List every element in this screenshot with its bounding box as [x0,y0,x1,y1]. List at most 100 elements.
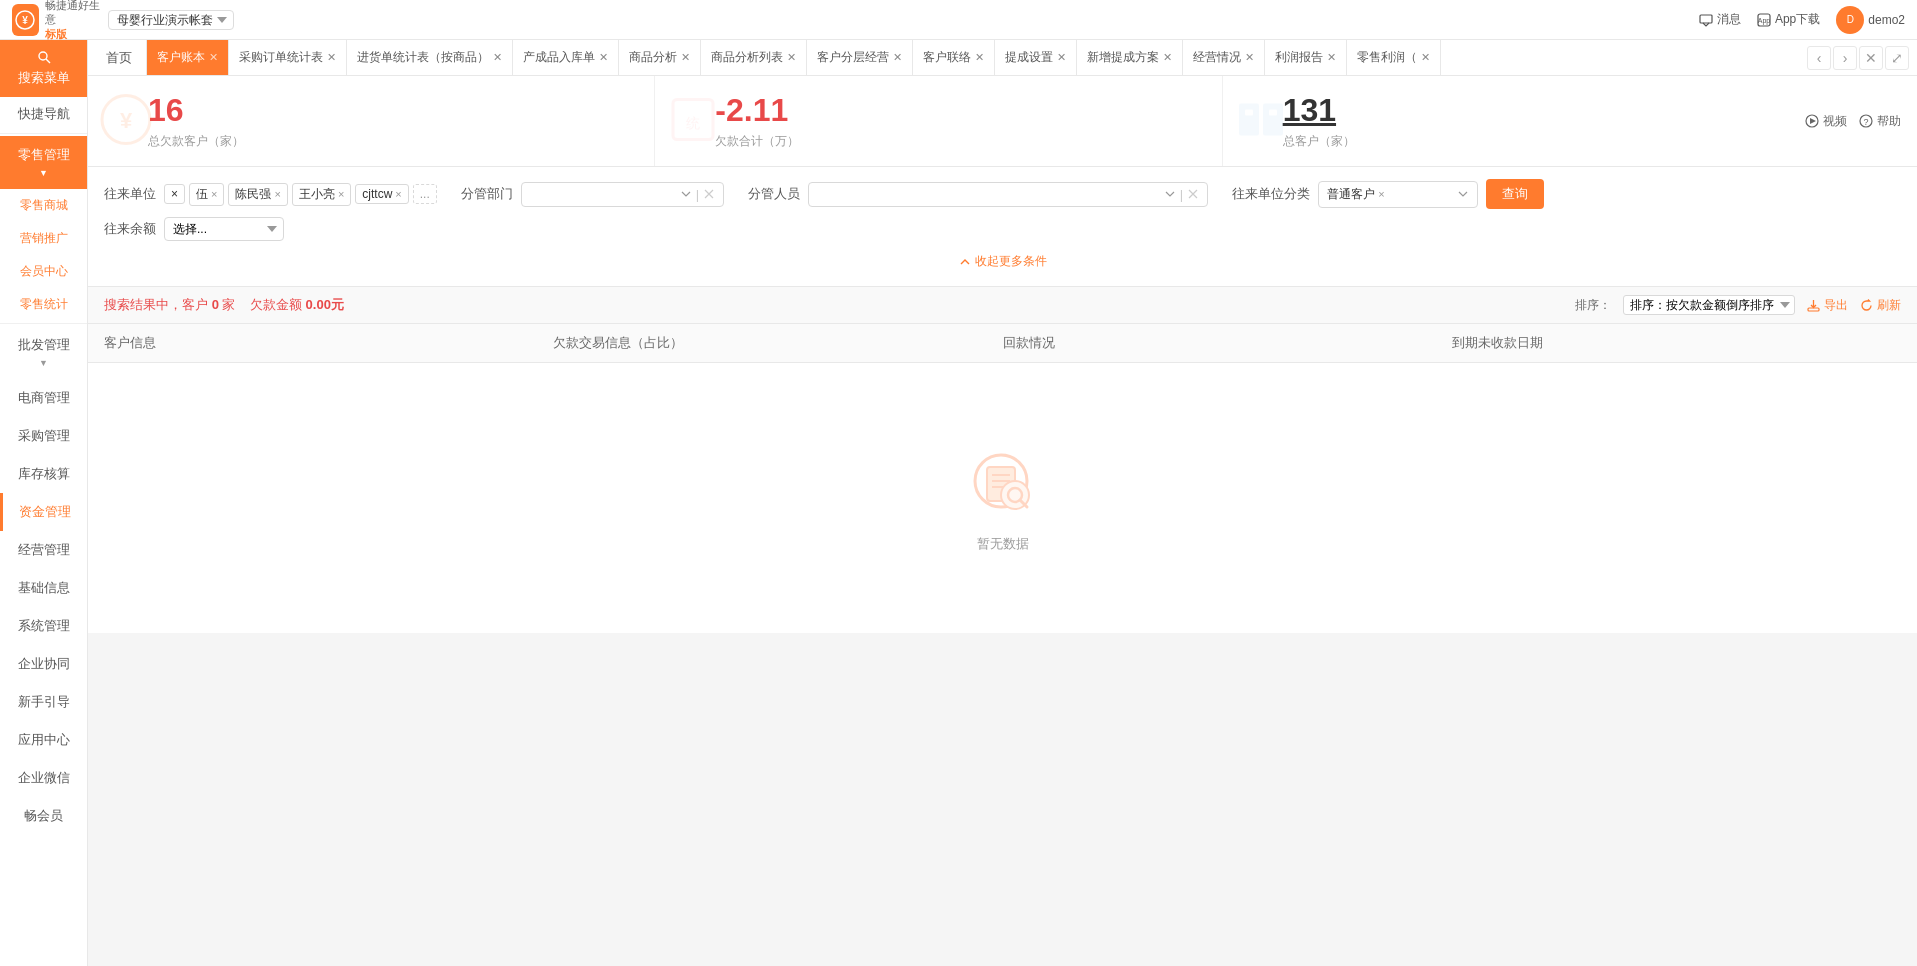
tab-new-achievement[interactable]: 新增提成方案 ✕ [1077,40,1183,76]
svg-rect-19 [1808,308,1819,311]
tab-product-analysis[interactable]: 商品分析 ✕ [619,40,701,76]
sidebar-quick-nav[interactable]: 快捷导航 [0,97,87,131]
system-select[interactable]: 母婴行业演示帐套 [108,10,234,30]
sidebar-item-purchase[interactable]: 采购管理 [0,417,87,455]
tab-tips-settings[interactable]: 提成设置 ✕ [995,40,1077,76]
sidebar-item-member-plus[interactable]: 畅会员 [0,797,87,835]
stat-icon-1: ¥ [100,94,152,146]
user-menu[interactable]: D demo2 [1836,6,1905,34]
svg-text:¥: ¥ [23,15,29,26]
video-button[interactable]: 视频 [1805,113,1847,130]
filter-tag-wu-close[interactable]: × [211,188,217,200]
help-button[interactable]: ? 帮助 [1859,113,1901,130]
filter-person-clear-icon[interactable] [1187,188,1199,200]
tab-purchase-stats-by-product[interactable]: 进货单统计表（按商品） ✕ [347,40,513,76]
sidebar-item-batch-management[interactable]: 批发管理 ▼ [0,326,87,379]
sidebar-sub-retail-mall[interactable]: 零售商城 [0,189,87,222]
collapse-more-button[interactable]: 收起更多条件 [104,249,1901,274]
tab-close-9[interactable]: ✕ [1163,51,1172,64]
filter-row-2: 往来余额 选择... [104,217,1901,241]
stat-total-customers: 131 总客户（家） [1223,76,1789,166]
filter-balance-select[interactable]: 选择... [164,217,284,241]
svg-rect-14 [1269,110,1277,116]
tab-scroll-right[interactable]: › [1833,46,1857,70]
sidebar-item-inventory[interactable]: 库存核算 [0,455,87,493]
sidebar-sub-marketing[interactable]: 营销推广 [0,222,87,255]
tab-profit-report[interactable]: 利润报告 ✕ [1265,40,1347,76]
filter-tag-cjttcw[interactable]: cjttcw × [355,184,408,204]
tab-close-12[interactable]: ✕ [1421,51,1430,64]
svg-point-5 [39,52,47,60]
tab-expand[interactable]: ⤢ [1885,46,1909,70]
tab-customer-book[interactable]: 客户账本 ✕ [147,40,229,76]
tab-home[interactable]: 首页 [92,40,147,76]
tab-close-7[interactable]: ✕ [975,51,984,64]
stats-items: ¥ 16 总欠款客户（家） 统 -2.11 欠款合计（万） [88,76,1789,166]
filter-unit-class-close[interactable]: × [1378,188,1384,200]
tab-close-all[interactable]: ✕ [1859,46,1883,70]
stat-total-debt-customers: ¥ 16 总欠款客户（家） [88,76,655,166]
filter-tag-wu[interactable]: 伍 × [189,183,224,206]
filter-balance-label: 往来余额 [104,220,156,238]
sidebar-item-operations[interactable]: 经营管理 [0,531,87,569]
sidebar-sub-member-center[interactable]: 会员中心 [0,255,87,288]
tab-purchase-order-stats[interactable]: 采购订单统计表 ✕ [229,40,347,76]
sidebar-item-ecommerce[interactable]: 电商管理 [0,379,87,417]
filter-tag-chen-close[interactable]: × [274,188,280,200]
export-button[interactable]: 导出 [1807,297,1848,314]
sidebar-item-enterprise-wechat[interactable]: 企业微信 [0,759,87,797]
tab-retail-profit[interactable]: 零售利润（ ✕ [1347,40,1441,76]
tab-close-5[interactable]: ✕ [787,51,796,64]
sidebar-search[interactable]: 搜索菜单 [0,40,87,97]
filter-dept-field[interactable] [530,187,680,201]
sidebar-item-enterprise-coop[interactable]: 企业协同 [0,645,87,683]
filter-unit-class-label: 往来单位分类 [1232,185,1310,203]
filter-person-field[interactable] [817,187,1164,201]
filter-person-input[interactable]: | [808,182,1208,207]
filter-tag-wang[interactable]: 王小亮 × [292,183,351,206]
tab-scroll-left[interactable]: ‹ [1807,46,1831,70]
tab-close-4[interactable]: ✕ [681,51,690,64]
tab-close-2[interactable]: ✕ [493,51,502,64]
sidebar-item-capital[interactable]: 资金管理 [0,493,87,531]
tab-close-customer-book[interactable]: ✕ [209,51,218,64]
refresh-button[interactable]: 刷新 [1860,297,1901,314]
filter-tag-wang-close[interactable]: × [338,188,344,200]
sidebar-sub-retail-stats[interactable]: 零售统计 [0,288,87,321]
sidebar-item-retail-management[interactable]: 零售管理 ▼ [0,136,87,189]
empty-text: 暂无数据 [977,535,1029,553]
sort-label: 排序： [1575,297,1611,314]
tab-customer-contact[interactable]: 客户联络 ✕ [913,40,995,76]
refresh-icon [1860,299,1873,312]
tab-close-3[interactable]: ✕ [599,51,608,64]
tab-operations[interactable]: 经营情况 ✕ [1183,40,1265,76]
tab-product-inbound[interactable]: 产成品入库单 ✕ [513,40,619,76]
filter-tag-more[interactable]: ... [413,184,437,204]
tab-close-1[interactable]: ✕ [327,51,336,64]
search-icon [37,50,51,64]
filter-unit-class-input[interactable]: 普通客户 × [1318,181,1478,208]
filter-dept-expand-icon [680,188,692,200]
tab-product-analysis-list[interactable]: 商品分析列表 ✕ [701,40,807,76]
filter-person-label: 分管人员 [748,185,800,203]
svg-text:App: App [1758,17,1771,25]
tab-close-8[interactable]: ✕ [1057,51,1066,64]
message-button[interactable]: 消息 [1699,11,1741,28]
sidebar-item-new-guide[interactable]: 新手引导 [0,683,87,721]
sidebar-item-app-center[interactable]: 应用中心 [0,721,87,759]
filter-tag-chen[interactable]: 陈民强 × [228,183,287,206]
filter-dept-clear-icon[interactable] [703,188,715,200]
filter-unit-label: 往来单位 [104,185,156,203]
tab-customer-segmentation[interactable]: 客户分层经营 ✕ [807,40,913,76]
filter-dept-input[interactable]: | [521,182,724,207]
tab-close-6[interactable]: ✕ [893,51,902,64]
sort-select[interactable]: 排序：按欠款金额倒序排序 [1623,295,1795,315]
avatar: D [1836,6,1864,34]
tab-close-11[interactable]: ✕ [1327,51,1336,64]
sidebar-item-system[interactable]: 系统管理 [0,607,87,645]
tab-close-10[interactable]: ✕ [1245,51,1254,64]
app-download-button[interactable]: App App下载 [1757,11,1820,28]
query-button[interactable]: 查询 [1486,179,1544,209]
sidebar-item-basic-info[interactable]: 基础信息 [0,569,87,607]
filter-tag-cjttcw-close[interactable]: × [395,188,401,200]
